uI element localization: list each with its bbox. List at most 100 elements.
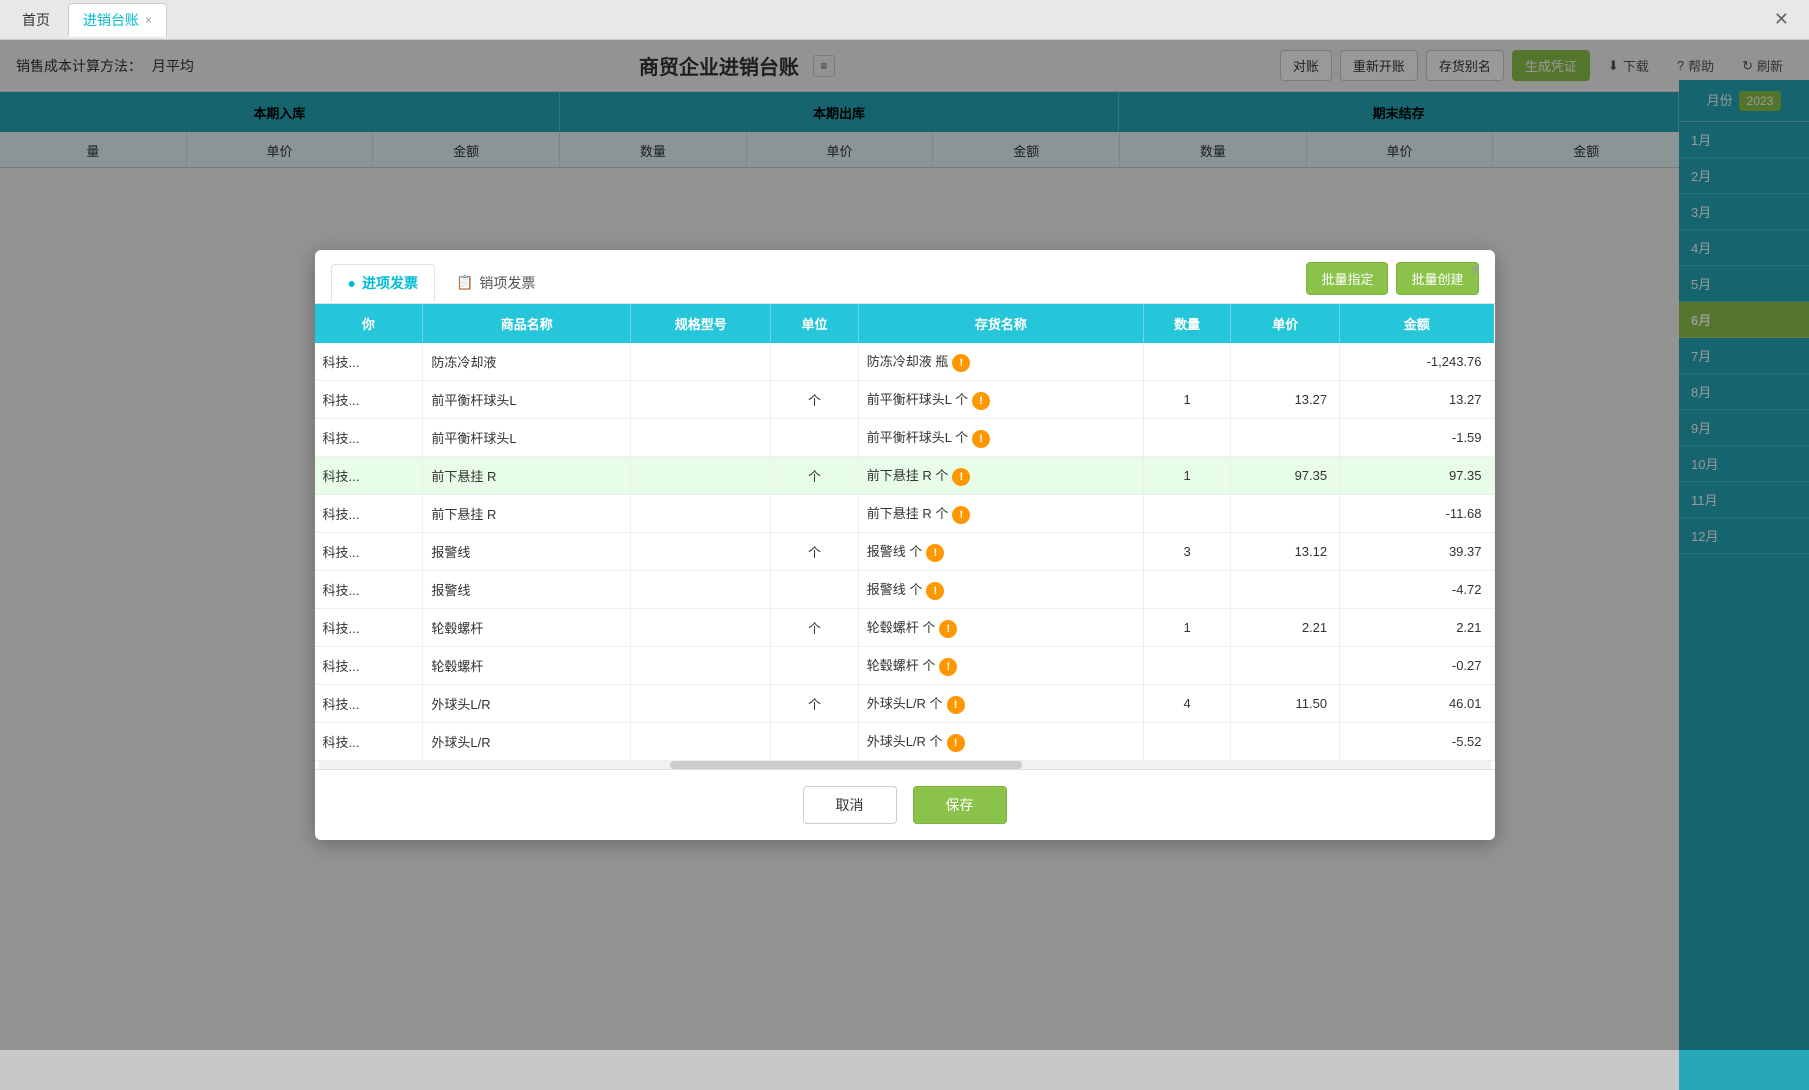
tab-bar: 首页 进销台账 × ✕ [0, 0, 1809, 40]
modal-overlay: ● 进项发票 📋 销项发票 批量指定 批量创建 × 你 [0, 40, 1809, 1050]
table-cell [1231, 723, 1340, 761]
table-cell [1231, 495, 1340, 533]
table-cell [771, 647, 858, 685]
table-cell: 前下悬挂 R 个! [858, 495, 1143, 533]
cancel-button[interactable]: 取消 [803, 786, 897, 824]
table-cell: 2.21 [1231, 609, 1340, 647]
table-cell: -1.59 [1340, 419, 1494, 457]
table-cell: 97.35 [1231, 457, 1340, 495]
table-cell: 前下悬挂 R [423, 495, 631, 533]
warning-icon[interactable]: ! [952, 506, 970, 524]
table-cell [771, 419, 858, 457]
table-row: 科技...前下悬挂 R个前下悬挂 R 个!197.3597.35 [315, 457, 1495, 495]
table-cell [631, 609, 771, 647]
modal-table: 你 商品名称 规格型号 单位 存货名称 数量 单价 金额 科技...防冻冷却液防… [315, 304, 1495, 761]
table-header: 你 商品名称 规格型号 单位 存货名称 数量 单价 金额 [315, 304, 1495, 343]
table-cell: 科技... [315, 571, 423, 609]
th-qty: 数量 [1143, 304, 1230, 343]
modal-header: ● 进项发票 📋 销项发票 批量指定 批量创建 × [315, 250, 1495, 304]
table-cell: 97.35 [1340, 457, 1494, 495]
window-close-button[interactable]: ✕ [1762, 9, 1801, 30]
modal: ● 进项发票 📋 销项发票 批量指定 批量创建 × 你 [315, 250, 1495, 840]
tab-income-invoice[interactable]: ● 进项发票 [331, 264, 435, 302]
table-cell: 4 [1143, 685, 1230, 723]
tab-home[interactable]: 首页 [8, 4, 64, 36]
table-cell: 1 [1143, 609, 1230, 647]
table-cell: 前平衡杆球头L [423, 419, 631, 457]
sales-tab-icon: 📋 [456, 274, 473, 291]
table-cell [1231, 571, 1340, 609]
tab-close-icon[interactable]: × [145, 13, 152, 27]
table-cell: 个 [771, 685, 858, 723]
table-cell [1143, 647, 1230, 685]
table-cell: 科技... [315, 381, 423, 419]
table-cell: 科技... [315, 723, 423, 761]
table-cell: 11.50 [1231, 685, 1340, 723]
warning-icon[interactable]: ! [972, 392, 990, 410]
table-cell: 报警线 [423, 571, 631, 609]
table-cell: 个 [771, 381, 858, 419]
batch-create-button[interactable]: 批量创建 [1396, 262, 1478, 295]
modal-close-button[interactable]: × [1470, 260, 1481, 281]
income-tab-icon: ● [348, 275, 356, 291]
warning-icon[interactable]: ! [947, 696, 965, 714]
invoice-table: 你 商品名称 规格型号 单位 存货名称 数量 单价 金额 科技...防冻冷却液防… [315, 304, 1495, 761]
table-cell: 轮毂螺杆 个! [858, 647, 1143, 685]
tab-active[interactable]: 进销台账 × [68, 3, 167, 37]
batch-assign-button[interactable]: 批量指定 [1306, 262, 1388, 295]
table-cell: 1 [1143, 457, 1230, 495]
table-cell [1143, 419, 1230, 457]
modal-header-actions: 批量指定 批量创建 [1306, 262, 1478, 303]
table-cell: 13.27 [1231, 381, 1340, 419]
warning-icon[interactable]: ! [939, 620, 957, 638]
th-amount: 金额 [1340, 304, 1494, 343]
th-inventory-name: 存货名称 [858, 304, 1143, 343]
table-cell: 前平衡杆球头L 个! [858, 419, 1143, 457]
table-cell: 1 [1143, 381, 1230, 419]
table-cell: 轮毂螺杆 个! [858, 609, 1143, 647]
table-cell: 前平衡杆球头L [423, 381, 631, 419]
table-cell [631, 533, 771, 571]
table-row: 科技...外球头L/R外球头L/R 个!-5.52 [315, 723, 1495, 761]
warning-icon[interactable]: ! [972, 430, 990, 448]
table-cell: 科技... [315, 685, 423, 723]
table-cell: 外球头L/R [423, 685, 631, 723]
table-cell: -4.72 [1340, 571, 1494, 609]
scrollbar-thumb[interactable] [670, 761, 1022, 769]
warning-icon[interactable]: ! [952, 354, 970, 372]
table-cell: 科技... [315, 495, 423, 533]
table-cell [631, 495, 771, 533]
table-cell: -0.27 [1340, 647, 1494, 685]
table-row: 科技...外球头L/R个外球头L/R 个!411.5046.01 [315, 685, 1495, 723]
table-body: 科技...防冻冷却液防冻冷却液 瓶!-1,243.76科技...前平衡杆球头L个… [315, 343, 1495, 761]
sales-tab-label: 销项发票 [479, 273, 535, 293]
table-cell: 科技... [315, 419, 423, 457]
table-cell: 报警线 个! [858, 571, 1143, 609]
save-button[interactable]: 保存 [913, 786, 1007, 824]
table-cell: 前平衡杆球头L 个! [858, 381, 1143, 419]
warning-icon[interactable]: ! [926, 582, 944, 600]
table-cell [631, 685, 771, 723]
table-cell: 轮毂螺杆 [423, 647, 631, 685]
table-cell [631, 419, 771, 457]
horizontal-scrollbar[interactable] [319, 761, 1491, 769]
table-row: 科技...轮毂螺杆个轮毂螺杆 个!12.212.21 [315, 609, 1495, 647]
warning-icon[interactable]: ! [939, 658, 957, 676]
table-cell: 46.01 [1340, 685, 1494, 723]
warning-icon[interactable]: ! [926, 544, 944, 562]
table-cell: 13.27 [1340, 381, 1494, 419]
table-cell: 外球头L/R [423, 723, 631, 761]
th-unit-price: 单价 [1231, 304, 1340, 343]
table-cell: 科技... [315, 647, 423, 685]
th-product-name: 商品名称 [423, 304, 631, 343]
table-cell: -1,243.76 [1340, 343, 1494, 381]
warning-icon[interactable]: ! [952, 468, 970, 486]
table-cell: 2.21 [1340, 609, 1494, 647]
tab-sales-invoice[interactable]: 📋 销项发票 [439, 264, 552, 302]
table-cell: 报警线 [423, 533, 631, 571]
table-cell [1231, 419, 1340, 457]
main-content: 销售成本计算方法： 月平均 商贸企业进销台账 ≡ 对账 重新开账 存货别名 生成… [0, 40, 1809, 1050]
warning-icon[interactable]: ! [947, 734, 965, 752]
income-tab-label: 进项发票 [362, 273, 418, 293]
table-row: 科技...前平衡杆球头L 前平衡杆球头L 个! -1.59 [315, 419, 1495, 457]
